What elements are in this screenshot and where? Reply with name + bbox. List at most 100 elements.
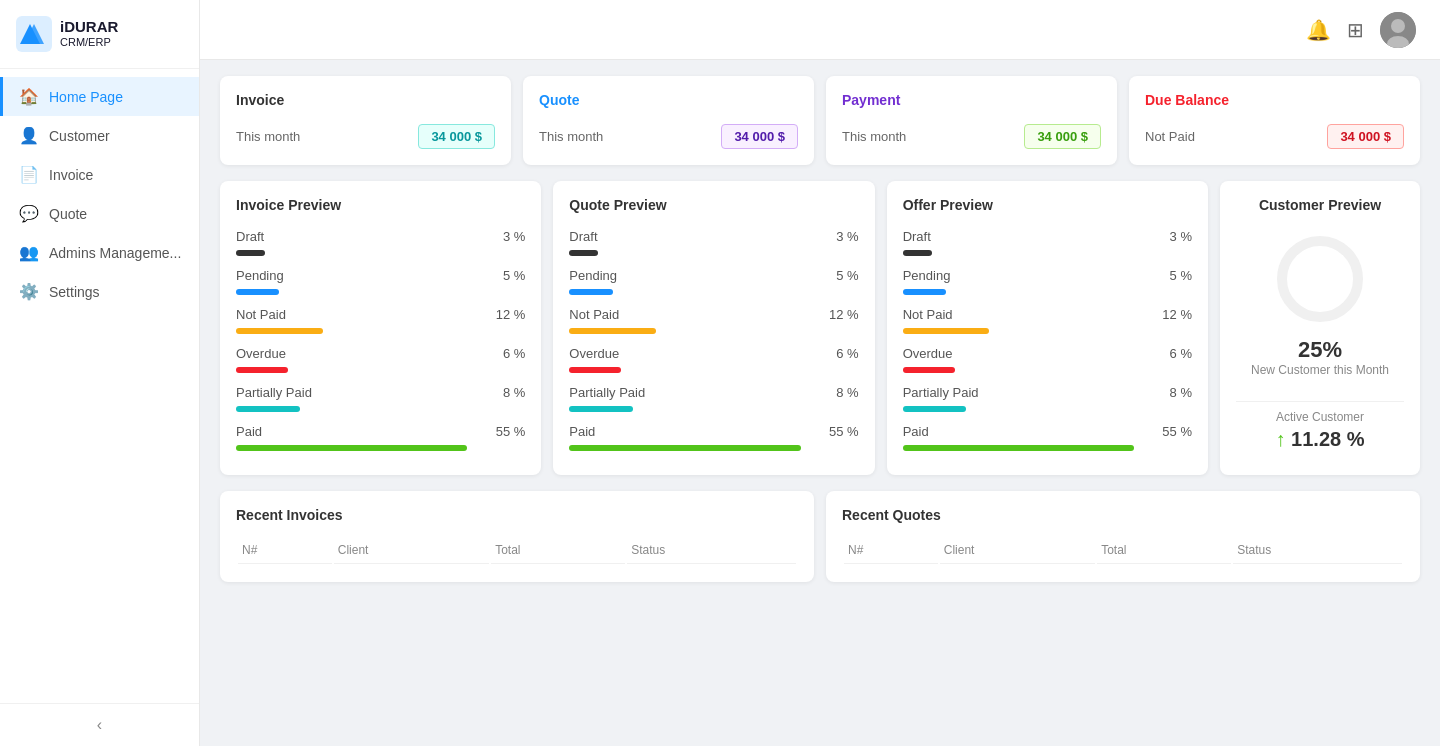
preview-section: Invoice Preview Draft3 %Pending5 %Not Pa… [220, 181, 1420, 475]
preview-row-label: Paid [569, 424, 595, 439]
summary-card-label-quote: This month [539, 129, 603, 144]
active-customer-label: Active Customer [1276, 410, 1364, 424]
preview-bar [236, 250, 265, 256]
preview-bar [569, 367, 621, 373]
preview-row-label: Paid [903, 424, 929, 439]
customer-preview-card: Customer Preview 25% New Customer this M… [1220, 181, 1420, 475]
sidebar-item-label: Admins Manageme... [49, 245, 181, 261]
preview-row-value: 5 % [503, 268, 525, 283]
active-customer-percent: 11.28 % [1291, 428, 1364, 450]
recent-invoices-col: N# [238, 537, 332, 564]
preview-row-label: Pending [236, 268, 284, 283]
preview-row-label: Draft [903, 229, 931, 244]
preview-row: Paid55 % [236, 420, 525, 443]
summary-card-row-invoice: This month 34 000 $ [236, 124, 495, 149]
summary-card-label-due: Not Paid [1145, 129, 1195, 144]
preview-bar-row [903, 248, 1192, 264]
preview-bar [236, 328, 323, 334]
recent-invoices-table: N#ClientTotalStatus [236, 535, 798, 566]
quote-preview-title: Quote Preview [569, 197, 858, 213]
preview-row: Overdue6 % [569, 342, 858, 365]
preview-bar [903, 289, 946, 295]
sidebar: iDURAR CRM/ERP 🏠Home Page 👤 Customer 📄Invoi… [0, 0, 200, 746]
summary-badge-payment: 34 000 $ [1024, 124, 1101, 149]
preview-row-label: Draft [236, 229, 264, 244]
header: 🔔 ⊞ [200, 0, 1440, 60]
preview-row-value: 55 % [829, 424, 859, 439]
summary-badge-invoice: 34 000 $ [418, 124, 495, 149]
grid-icon[interactable]: ⊞ [1347, 18, 1364, 42]
preview-bar-row [236, 248, 525, 264]
sidebar-item-quote[interactable]: 💬Quote [0, 194, 199, 233]
svg-point-6 [1282, 241, 1358, 317]
summary-badge-quote: 34 000 $ [721, 124, 798, 149]
preview-bar [569, 250, 598, 256]
preview-row-label: Not Paid [903, 307, 953, 322]
summary-card-row-payment: This month 34 000 $ [842, 124, 1101, 149]
recent-invoices-card: Recent Invoices N#ClientTotalStatus [220, 491, 814, 582]
logo: iDURAR CRM/ERP [0, 0, 199, 69]
sidebar-item-customer[interactable]: 👤 Customer [0, 116, 199, 155]
recent-quotes-col: Total [1097, 537, 1231, 564]
preview-bar-row [569, 443, 858, 459]
offer-preview-card: Offer Preview Draft3 %Pending5 %Not Paid… [887, 181, 1208, 475]
preview-row-value: 8 % [836, 385, 858, 400]
preview-row-value: 3 % [1170, 229, 1192, 244]
preview-bar-row [569, 404, 858, 420]
summary-card-title-due: Due Balance [1145, 92, 1404, 108]
recent-quotes-table: N#ClientTotalStatus [842, 535, 1404, 566]
main-container: 🔔 ⊞ Invoice This month 34 000 $ Quote Th… [200, 0, 1440, 746]
preview-row: Paid 55 % [569, 420, 858, 443]
summary-card-row-due: Not Paid 34 000 $ [1145, 124, 1404, 149]
preview-row-label: Pending [903, 268, 951, 283]
preview-bar [903, 406, 967, 412]
preview-bar [903, 445, 1134, 451]
preview-row: Partially Paid8 % [236, 381, 525, 404]
sidebar-item-invoice[interactable]: 📄Invoice [0, 155, 199, 194]
preview-row-label: Partially Paid [236, 385, 312, 400]
sidebar-collapse-button[interactable]: ‹ [0, 703, 199, 746]
summary-card-due: Due Balance Not Paid 34 000 $ [1129, 76, 1420, 165]
sidebar-item-admins[interactable]: 👥Admins Manageme... [0, 233, 199, 272]
preview-row-value: 55 % [1162, 424, 1192, 439]
sidebar-item-settings[interactable]: ⚙️Settings [0, 272, 199, 311]
recent-quotes-header: N#ClientTotalStatus [844, 537, 1402, 564]
donut-chart [1270, 229, 1370, 329]
recent-invoices-col: Total [491, 537, 625, 564]
preview-bar-row [903, 365, 1192, 381]
customer-icon: 👤 [19, 126, 39, 145]
preview-row-value: 8 % [1170, 385, 1192, 400]
sidebar-item-label: Invoice [49, 167, 93, 183]
preview-bar-row [236, 365, 525, 381]
preview-row-label: Pending [569, 268, 617, 283]
summary-card-title-payment: Payment [842, 92, 1101, 108]
preview-row-label: Partially Paid [903, 385, 979, 400]
preview-bar [903, 250, 932, 256]
donut-label: 25% [1298, 337, 1342, 363]
sidebar-item-label: Quote [49, 206, 87, 222]
customer-preview-title: Customer Preview [1259, 197, 1381, 213]
notification-icon[interactable]: 🔔 [1306, 18, 1331, 42]
summary-cards: Invoice This month 34 000 $ Quote This m… [220, 76, 1420, 165]
summary-card-invoice: Invoice This month 34 000 $ [220, 76, 511, 165]
preview-bar [903, 328, 990, 334]
preview-bar-row [236, 287, 525, 303]
preview-bar-row [236, 404, 525, 420]
preview-row: Pending5 % [903, 264, 1192, 287]
preview-row-label: Overdue [903, 346, 953, 361]
recent-invoices-col: Status [627, 537, 796, 564]
recent-quotes-col: Status [1233, 537, 1402, 564]
preview-bar [236, 289, 279, 295]
settings-icon: ⚙️ [19, 282, 39, 301]
sidebar-item-label: Customer [49, 128, 110, 144]
preview-row: Pending 5 % [236, 264, 525, 287]
user-avatar[interactable] [1380, 12, 1416, 48]
recent-quotes-col: N# [844, 537, 938, 564]
sidebar-item-home[interactable]: 🏠Home Page [0, 77, 199, 116]
logo-text: iDURAR CRM/ERP [60, 18, 118, 49]
summary-card-row-quote: This month 34 000 $ [539, 124, 798, 149]
preview-row: Draft3 % [236, 225, 525, 248]
preview-row-value: 12 % [1162, 307, 1192, 322]
preview-bar [569, 328, 656, 334]
logo-icon [16, 16, 52, 52]
